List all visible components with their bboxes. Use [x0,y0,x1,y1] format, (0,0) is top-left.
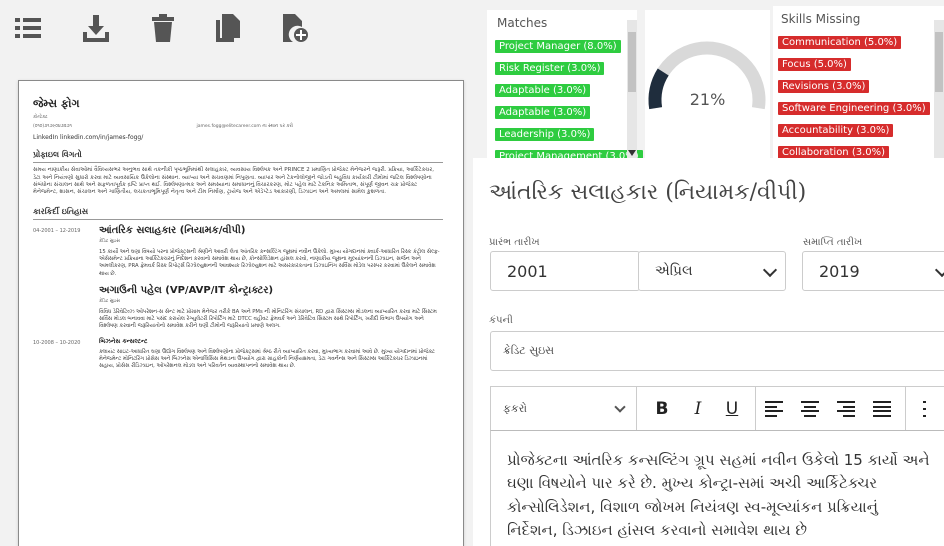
missing-badge: Focus (5.0%) [778,58,851,71]
align-center-button[interactable] [797,395,823,423]
justify-button[interactable] [869,395,895,423]
align-right-button[interactable] [833,395,859,423]
bold-button[interactable]: B [649,395,675,423]
matches-list: Project Manager (8.0%) Risk Register (3.… [487,34,643,166]
match-badge: Risk Register (3.0%) [495,62,605,75]
job-date: 10-2008 – 10-2020 [33,339,81,346]
job-company: ક્રેડિટ સુઇસ [99,239,120,245]
company-input[interactable]: ક્રેડિટ સુઇસ [490,331,944,371]
underline-button[interactable]: U [719,395,745,423]
align-left-icon [765,401,783,417]
resume-subtitle: કોન્ટેક્ટ [33,115,48,121]
skills-missing-scrollbar[interactable] [934,20,944,158]
add-document-icon[interactable] [276,10,312,46]
match-badge: Project Manager (8.0%) [495,40,621,53]
skills-missing-list: Communication (5.0%) Focus (5.0%) Revisi… [773,30,944,162]
job-entry: 04-2001 – 12-2019 આંતરિક સલાહકાર (નિયામક… [33,224,443,277]
matches-panel: Matches Project Manager (8.0%) Risk Regi… [487,10,643,163]
start-date-label: પ્રારંભ તારીખ [489,237,540,248]
align-center-icon [801,401,819,417]
job-editor: આંતરિક સલાહકાર (નિયામક/વીપી) પ્રારંભ તાર… [473,158,944,546]
job-entry: અગાઉની પહેલ (VP/AVP/IT કોન્ટ્રાક્ટર) ક્ર… [33,284,443,330]
download-icon[interactable] [78,10,114,46]
align-left-button[interactable] [761,395,787,423]
start-month-select[interactable]: એપ્રિલ [638,251,786,291]
paragraph-style-select[interactable]: ફકરો [491,387,637,431]
job-title: અગાઉની પહેલ (VP/AVP/IT કોન્ટ્રાક્ટર) [99,284,274,296]
match-badge: Leadership (3.0%) [495,128,595,141]
start-year-value: 2001 [507,261,548,281]
profile-text: સમય નાણાકીય સેવાઓમાં વૈવિધ્યસભર અનુભવ સા… [33,167,435,196]
gauge-value: 21% [689,90,726,109]
profile-heading: પ્રોફાઇલ વિગતો [33,150,443,164]
company-value: ક્રેડિટ સુઇસ [503,344,555,357]
end-year-value: 2019 [819,261,860,281]
paragraph-style-value: ફકરો [503,402,528,415]
resume-preview: જેમ્સ ફોગ કોન્ટેક્ટ (૦૧૦)૭૧૭૯૦૪૭૨૭૧ jame… [18,80,464,546]
job-date: 04-2001 – 12-2019 [33,228,81,235]
bullet-list-icon [923,401,941,417]
trash-icon[interactable] [145,10,181,46]
matches-title: Matches [497,16,548,30]
match-badge: Adaptable (3.0%) [495,106,591,119]
align-right-icon [837,401,855,417]
editor-title: આંતરિક સલાહકાર (નિયામક/વીપી) [489,180,807,205]
missing-badge: Revisions (3.0%) [778,80,870,93]
scroll-down-icon[interactable] [628,150,636,156]
end-date-label: સમાપ્તિ તારીખ [803,237,863,248]
skills-missing-panel: Skills Missing Communication (5.0%) Focu… [773,6,944,159]
description-editor[interactable]: પ્રોજેક્ટના આંતરિક કન્સલ્ટિંગ ગ્રૂપ સહમા… [490,430,944,546]
toolbar [0,0,470,62]
italic-button[interactable]: I [685,395,711,423]
start-month-value: એપ્રિલ [655,263,693,279]
job-company: ક્રેડિટ સુઇસ [99,298,120,304]
job-description: 15 કાર્યો અને ઘણા વિષયો પરના પ્રોજેક્ટ્સ… [99,249,440,277]
missing-badge: Software Engineering (3.0%) [778,102,930,115]
chevron-down-icon [614,401,626,413]
job-description: વિવિધ ડેરિવેટિવ્ઝ ઓપરેશન-સ સેન્ટ માટે પ્… [99,308,437,329]
match-gauge: 21% [645,10,770,158]
matches-scrollbar[interactable] [627,20,637,158]
company-label: કંપની [489,315,513,326]
gauge-chart [648,41,766,110]
missing-badge: Accountability (3.0%) [778,124,894,137]
start-year-select[interactable]: 2001 [490,251,640,291]
resume-content: જેમ્સ ફોગ કોન્ટેક્ટ (૦૧૦)૭૧૭૯૦૪૭૨૭૧ jame… [33,97,443,376]
resume-email: james.fogg@elitecareer.com ના સ્થાન પર ક… [196,124,293,130]
missing-badge: Communication (5.0%) [778,36,902,49]
resume-linkedin: LinkedIn linkedin.com/in/james-fogg/ [33,133,144,141]
job-date [33,284,99,330]
resume-contact-row: (૦૧૦)૭૧૭૯૦૪૭૨૭૧ james.fogg@elitecareer.c… [33,124,443,130]
job-company: બિઝનેસ કન્સલ્ટન્ટ [99,337,148,345]
justify-icon [873,401,891,417]
chevron-down-icon [762,262,778,278]
rich-text-toolbar: ફકરો B I U [490,386,944,431]
bullet-list-button[interactable] [919,395,944,423]
job-title: આંતરિક સલાહકાર (નિયામક/વીપી) [99,225,246,237]
end-year-select[interactable]: 2019 [802,251,944,291]
job-description: ક્લાયંટ સાઇટ-આધારિત ઘણા ઉદ્યોગ વિશ્લેષણ … [99,348,435,369]
chevron-down-icon [934,262,944,278]
list-icon[interactable] [10,10,46,46]
skills-missing-title: Skills Missing [781,12,861,26]
resume-name: જેમ્સ ફોગ [33,97,80,110]
match-badge: Adaptable (3.0%) [495,84,591,97]
copy-icon[interactable] [210,10,246,46]
job-entry: 10-2008 – 10-2020 બિઝનેસ કન્સલ્ટન્ટ ક્લા… [33,336,443,370]
resume-phone: (૦૧૦)૭૧૭૯૦૪૭૨૭૧ [33,124,72,130]
history-heading: કારકિર્દી ઇતિહાસ [33,207,443,221]
